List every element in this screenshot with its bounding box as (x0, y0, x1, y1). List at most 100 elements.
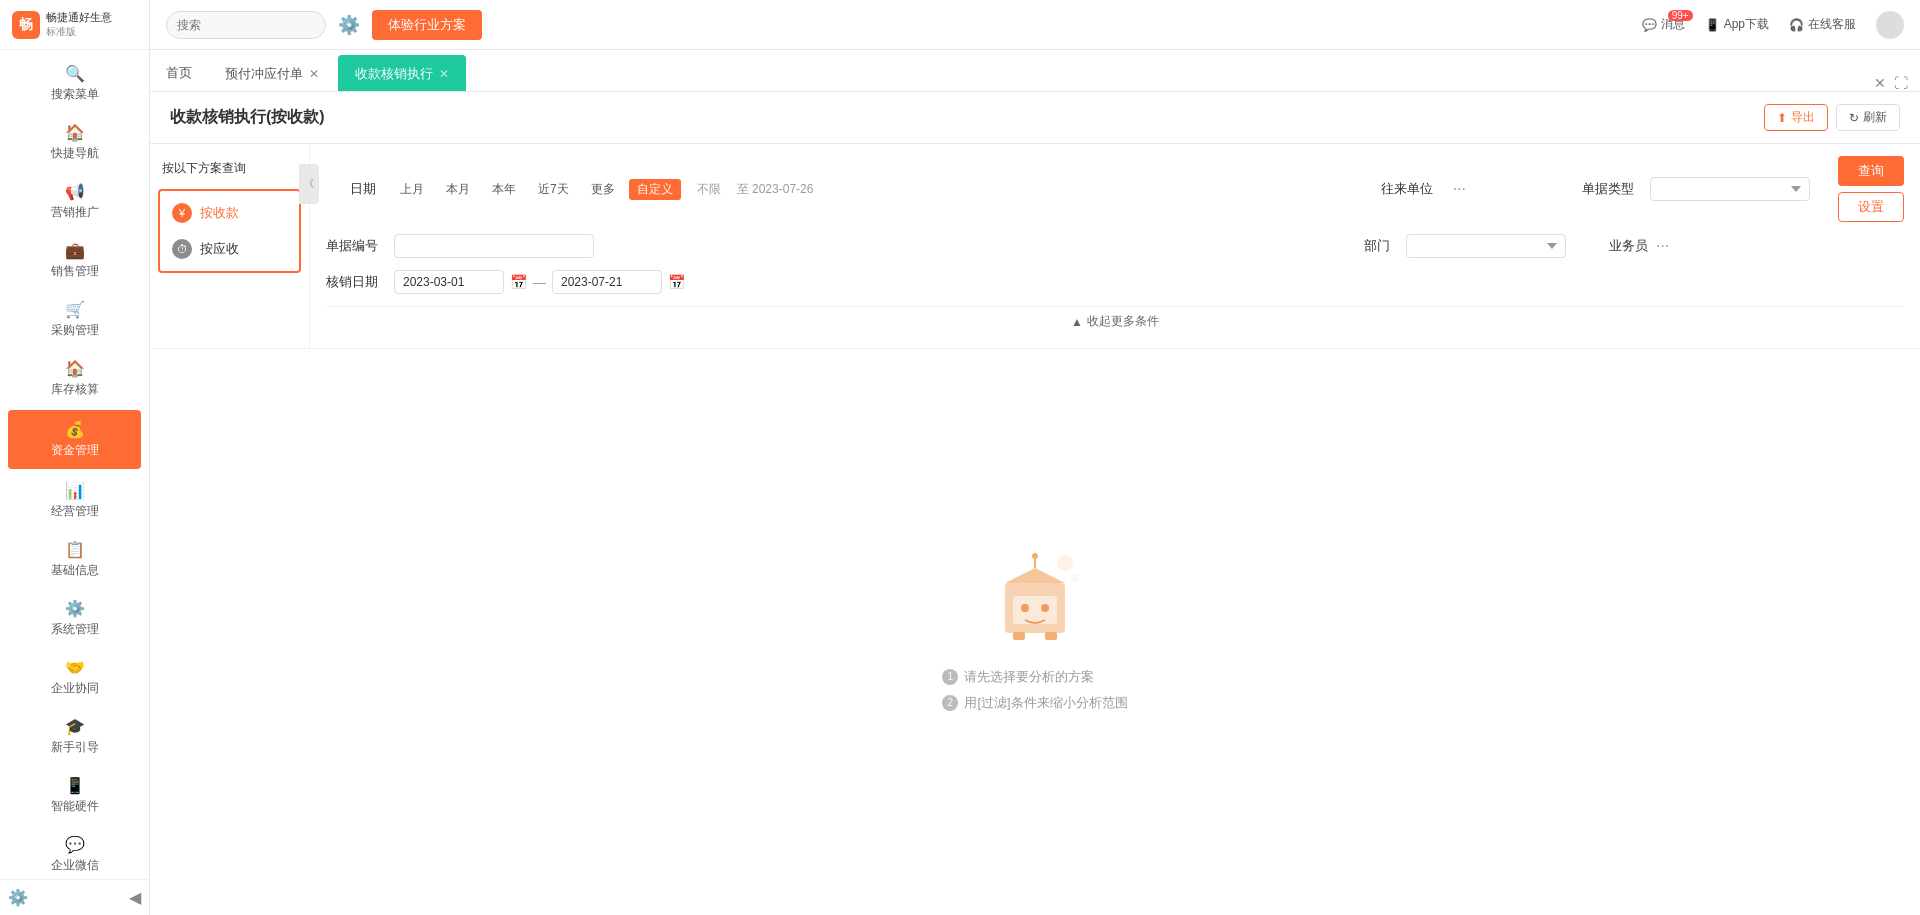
dept-select[interactable] (1406, 234, 1566, 258)
page-title: 收款核销执行(按收款) (170, 107, 325, 140)
tab-prepay-close[interactable]: ✕ (309, 67, 319, 81)
collapse-sidebar-icon[interactable]: ◀ (129, 888, 141, 907)
settings-icon[interactable]: ⚙️ (338, 14, 360, 36)
verify-date-start-cal-icon[interactable]: 📅 (510, 274, 527, 290)
solution-button[interactable]: 体验行业方案 (372, 10, 482, 40)
online-service-label: 在线客服 (1808, 16, 1856, 33)
message-action[interactable]: 💬 消息 99+ (1642, 16, 1685, 33)
date-last-month[interactable]: 上月 (392, 179, 432, 200)
page-header-actions: ⬆ 导出 ↻ 刷新 (1764, 104, 1900, 143)
filter-main: 日期 上月 本月 本年 近7天 更多 自定义 不限 至 2023-07-26 往… (310, 144, 1920, 348)
sidebar-item-purchase[interactable]: 🛒 采购管理 (0, 290, 149, 349)
query-set-actions: 查询 设置 (1838, 156, 1904, 222)
set-button[interactable]: 设置 (1838, 192, 1904, 222)
sidebar-item-label: 新手引导 (51, 739, 99, 756)
logo-icon: 畅 (12, 11, 40, 39)
filter-sidebar: 按以下方案查询 ¥ 按收款 ⏱ 按应收 《 (150, 144, 310, 348)
sidebar-navigation: 🔍 搜索菜单 🏠 快捷导航 📢 营销推广 💼 销售管理 🛒 采购管理 🏠 库存核… (0, 50, 149, 879)
sidebar-item-finance[interactable]: 💰 资金管理 (8, 410, 141, 469)
svg-point-1 (1071, 574, 1079, 582)
query-button[interactable]: 查询 (1838, 156, 1904, 186)
sidebar-item-system[interactable]: ⚙️ 系统管理 (0, 589, 149, 648)
app-name: 畅捷通好生意 (46, 10, 112, 25)
svg-point-5 (1041, 604, 1049, 612)
message-icon: 💬 (1642, 18, 1657, 32)
user-avatar[interactable] (1876, 11, 1904, 39)
filter-sidebar-title: 按以下方案查询 (150, 156, 309, 185)
receivable-option-icon: ⏱ (172, 239, 192, 259)
export-button[interactable]: ⬆ 导出 (1764, 104, 1828, 131)
tab-receipt-close[interactable]: ✕ (439, 67, 449, 81)
sidebar-item-marketing[interactable]: 📢 营销推广 (0, 172, 149, 231)
receivable-option-label: 按应收 (200, 240, 239, 258)
date-this-month[interactable]: 本月 (438, 179, 478, 200)
sidebar-item-label: 销售管理 (51, 263, 99, 280)
finance-icon: 💰 (65, 420, 85, 439)
filter-row-2: 单据编号 部门 业务员 ··· (326, 234, 1904, 258)
date-more[interactable]: 更多 (583, 179, 623, 200)
sidebar-item-quicknav[interactable]: 🏠 快捷导航 (0, 113, 149, 172)
tab-receipt[interactable]: 收款核销执行 ✕ (338, 55, 466, 91)
refresh-button[interactable]: ↻ 刷新 (1836, 104, 1900, 131)
sidebar-item-label: 快捷导航 (51, 145, 99, 162)
sidebar-item-sales[interactable]: 💼 销售管理 (0, 231, 149, 290)
tab-prepay[interactable]: 预付冲应付单 ✕ (208, 55, 336, 91)
date-7days[interactable]: 近7天 (530, 179, 577, 200)
service-icon: 🎧 (1789, 18, 1804, 32)
date-no-limit: 不限 (697, 181, 721, 198)
sidebar-item-collab[interactable]: 🤝 企业协同 (0, 648, 149, 707)
doc-no-input[interactable] (394, 234, 594, 258)
expand-tab-icon[interactable]: ⛶ (1894, 75, 1908, 91)
chevron-up-icon: ▲ (1071, 315, 1083, 329)
quick-nav-icon: 🏠 (65, 123, 85, 142)
sidebar-item-hardware[interactable]: 📱 智能硬件 (0, 766, 149, 825)
sidebar-item-wechat[interactable]: 💬 企业微信 (0, 825, 149, 879)
partner-label: 往来单位 (1381, 180, 1433, 198)
app-download-action[interactable]: 📱 App下载 (1705, 16, 1769, 33)
export-icon: ⬆ (1777, 111, 1787, 125)
tab-prepay-label: 预付冲应付单 (225, 65, 303, 83)
sidebar-item-label: 资金管理 (51, 442, 99, 459)
online-service-action[interactable]: 🎧 在线客服 (1789, 16, 1856, 33)
filter-sidebar-collapse[interactable]: 《 (299, 164, 319, 204)
dept-label: 部门 (1340, 237, 1390, 255)
tip-text-1: 请先选择要分析的方案 (964, 664, 1094, 690)
receipt-option-label: 按收款 (200, 204, 239, 222)
topbar-search-input[interactable] (166, 11, 326, 39)
sidebar-item-operations[interactable]: 📊 经营管理 (0, 471, 149, 530)
sidebar-item-basics[interactable]: 📋 基础信息 (0, 530, 149, 589)
empty-illustration (975, 548, 1095, 648)
collapse-more-btn[interactable]: ▲ 收起更多条件 (326, 306, 1904, 336)
filter-option-by-receivable[interactable]: ⏱ 按应收 (160, 231, 299, 267)
filter-sidebar-border: ¥ 按收款 ⏱ 按应收 (158, 189, 301, 273)
verify-date-start-input[interactable] (394, 270, 504, 294)
svg-rect-3 (1013, 596, 1057, 624)
svg-rect-8 (1013, 632, 1025, 640)
inventory-icon: 🏠 (65, 359, 85, 378)
app-logo: 畅 畅捷通好生意 标准版 (0, 0, 149, 50)
doc-no-label: 单据编号 (326, 237, 378, 255)
sidebar-item-guide[interactable]: 🎓 新手引导 (0, 707, 149, 766)
tab-receipt-label: 收款核销执行 (355, 65, 433, 83)
verify-date-label: 核销日期 (326, 273, 378, 291)
empty-tips: 1 请先选择要分析的方案 2 用[过滤]条件来缩小分析范围 (942, 664, 1127, 716)
tab-home[interactable]: 首页 (150, 55, 208, 91)
sidebar-item-search[interactable]: 🔍 搜索菜单 (0, 54, 149, 113)
message-badge: 99+ (1668, 10, 1693, 21)
close-tab-icon[interactable]: ✕ (1874, 75, 1886, 91)
sidebar-item-label: 基础信息 (51, 562, 99, 579)
verify-date-separator: — (533, 275, 546, 290)
date-to: 至 2023-07-26 (737, 181, 814, 198)
tabbar: 首页 预付冲应付单 ✕ 收款核销执行 ✕ ✕ ⛶ (150, 50, 1920, 92)
page-header: 收款核销执行(按收款) ⬆ 导出 ↻ 刷新 (150, 92, 1920, 144)
sidebar-item-label: 采购管理 (51, 322, 99, 339)
sidebar-item-inventory[interactable]: 🏠 库存核算 (0, 349, 149, 408)
date-custom-tag[interactable]: 自定义 (629, 179, 681, 200)
date-this-year[interactable]: 本年 (484, 179, 524, 200)
verify-date-end-input[interactable] (552, 270, 662, 294)
filter-option-by-receipt[interactable]: ¥ 按收款 (160, 195, 299, 231)
doc-type-select[interactable] (1650, 177, 1810, 201)
verify-date-end-cal-icon[interactable]: 📅 (668, 274, 685, 290)
settings-bottom-icon[interactable]: ⚙️ (8, 888, 28, 907)
sidebar-item-label: 库存核算 (51, 381, 99, 398)
